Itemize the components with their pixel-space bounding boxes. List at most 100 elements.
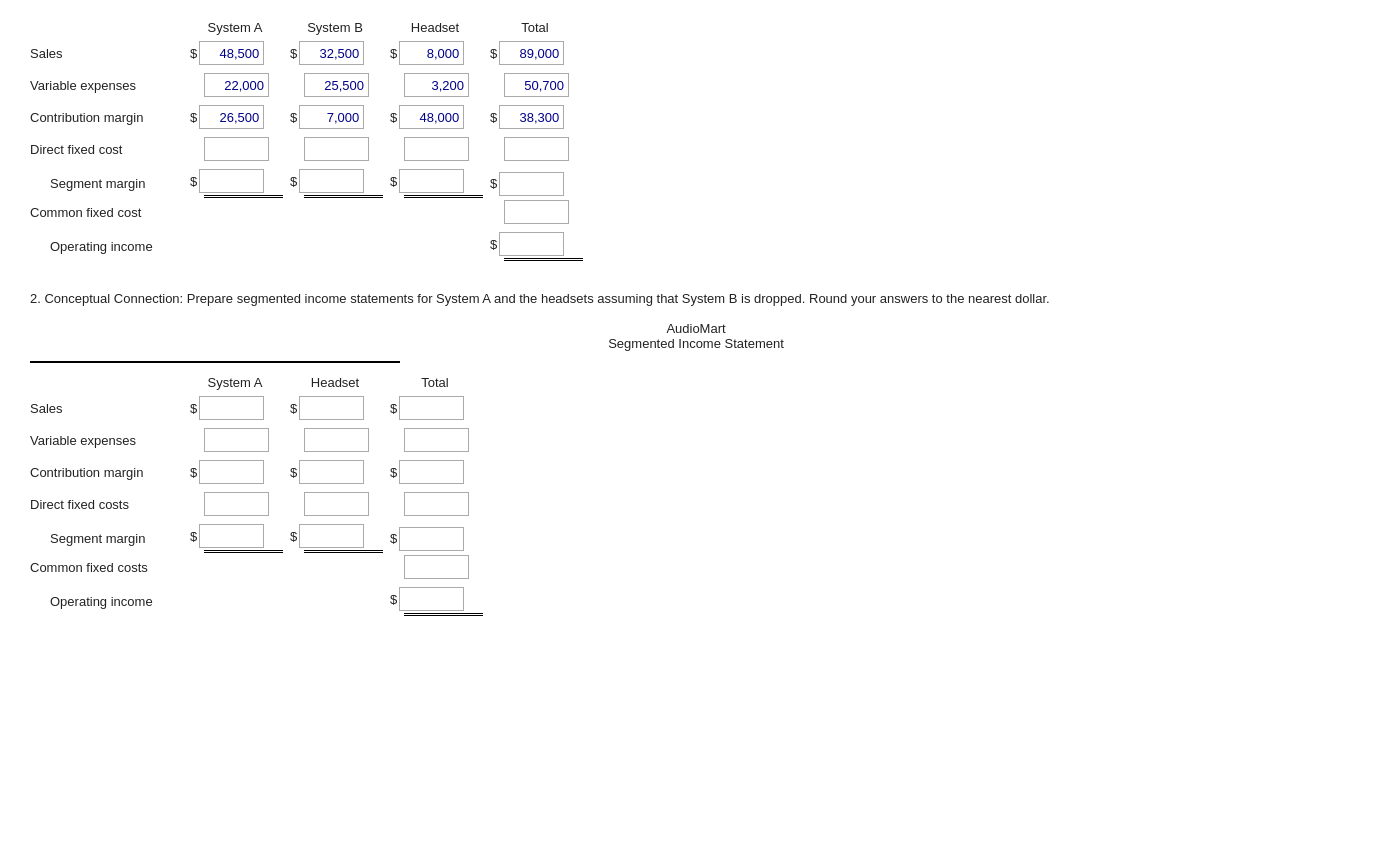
s2-oi-total-input[interactable] xyxy=(399,587,464,611)
s2-dfc-sys-a-input[interactable] xyxy=(204,492,269,516)
sales-system-b-input[interactable] xyxy=(299,41,364,65)
double-underline-sm-b xyxy=(304,195,383,198)
variable-expenses-label: Variable expenses xyxy=(30,78,190,93)
cfc-total-input[interactable] xyxy=(504,200,569,224)
s2-cfc-label: Common fixed costs xyxy=(30,560,190,575)
common-fixed-cost-row: Common fixed cost xyxy=(30,200,1362,224)
sm-headset-input[interactable] xyxy=(399,169,464,193)
s2-oi-row: Operating income $ xyxy=(30,587,1362,616)
sm-total-input[interactable] xyxy=(499,172,564,196)
s2-cfc-total-input[interactable] xyxy=(404,555,469,579)
audiomart-title: AudioMart xyxy=(30,321,1362,336)
s2-dfc-total-cell xyxy=(390,492,480,516)
s2-var-exp-label: Variable expenses xyxy=(30,433,190,448)
dollar-sign: $ xyxy=(290,46,297,61)
dollar-sign: $ xyxy=(390,531,397,546)
s2-sales-headset-cell: $ xyxy=(290,396,380,420)
col-header-system-a: System A xyxy=(190,20,280,35)
sales-label: Sales xyxy=(30,46,190,61)
sales-system-a-input[interactable] xyxy=(199,41,264,65)
dfc-system-a-cell xyxy=(190,137,280,161)
s2-dfc-total-input[interactable] xyxy=(404,492,469,516)
dollar-sign: $ xyxy=(490,237,497,252)
dollar-sign: $ xyxy=(290,401,297,416)
s2-sales-sys-a-input[interactable] xyxy=(199,396,264,420)
dollar-sign: $ xyxy=(490,46,497,61)
sm-system-a-input[interactable] xyxy=(199,169,264,193)
cm-system-a-cell: $ xyxy=(190,105,280,129)
sales-headset-cell: $ xyxy=(390,41,480,65)
sm-system-b-input[interactable] xyxy=(299,169,364,193)
s2-sm-total-input[interactable] xyxy=(399,527,464,551)
double-underline-s2-oi xyxy=(404,613,483,616)
s2-dfc-row: Direct fixed costs xyxy=(30,492,1362,516)
s2-sm-headset-input[interactable] xyxy=(299,524,364,548)
s2-sales-headset-input[interactable] xyxy=(299,396,364,420)
col-header-total: Total xyxy=(490,20,580,35)
double-underline-sm-a xyxy=(204,195,283,198)
problem2-section: 2. Conceptual Connection: Prepare segmen… xyxy=(30,291,1362,616)
s2-cm-total-input[interactable] xyxy=(399,460,464,484)
s2-sm-headset-cell: $ xyxy=(290,524,380,553)
dollar-sign: $ xyxy=(290,465,297,480)
double-underline-oi xyxy=(504,258,583,261)
s2-sales-total-input[interactable] xyxy=(399,396,464,420)
s2-var-total-input[interactable] xyxy=(404,428,469,452)
var-exp-system-b-input[interactable] xyxy=(304,73,369,97)
var-exp-system-a-input[interactable] xyxy=(204,73,269,97)
s2-sm-sys-a-input[interactable] xyxy=(199,524,264,548)
direct-fixed-cost-row: Direct fixed cost xyxy=(30,137,1362,161)
col-header-headset-s2: Headset xyxy=(290,375,380,390)
sales-total-cell: $ xyxy=(490,41,580,65)
cm-system-a-input[interactable] xyxy=(199,105,264,129)
problem2-instruction: 2. Conceptual Connection: Prepare segmen… xyxy=(30,291,1362,306)
sm-total-cell: $ xyxy=(490,172,580,196)
sales-headset-input[interactable] xyxy=(399,41,464,65)
dfc-system-b-input[interactable] xyxy=(304,137,369,161)
s2-var-sys-a-input[interactable] xyxy=(204,428,269,452)
s2-dfc-label: Direct fixed costs xyxy=(30,497,190,512)
s2-var-headset-input[interactable] xyxy=(304,428,369,452)
var-exp-headset-input[interactable] xyxy=(404,73,469,97)
section1-header-row: System A System B Headset Total xyxy=(30,20,1362,35)
cm-total-input[interactable] xyxy=(499,105,564,129)
contribution-margin-label: Contribution margin xyxy=(30,110,190,125)
var-exp-total-input[interactable] xyxy=(504,73,569,97)
dollar-sign: $ xyxy=(190,46,197,61)
s2-cm-sys-a-input[interactable] xyxy=(199,460,264,484)
col-header-headset: Headset xyxy=(390,20,480,35)
section2-header-row: System A Headset Total xyxy=(30,375,1362,390)
double-underline-s2-sm-a xyxy=(204,550,283,553)
dollar-sign: $ xyxy=(190,401,197,416)
s2-sales-total-cell: $ xyxy=(390,396,480,420)
var-exp-system-b-cell xyxy=(290,73,380,97)
double-underline-sm-headset xyxy=(404,195,483,198)
cm-system-b-cell: $ xyxy=(290,105,380,129)
dfc-total-input[interactable] xyxy=(504,137,569,161)
segment-margin-row: Segment margin $ $ $ $ xyxy=(30,169,1362,198)
dollar-sign: $ xyxy=(390,401,397,416)
segment-margin-label: Segment margin xyxy=(30,176,190,191)
s2-sales-sys-a-cell: $ xyxy=(190,396,280,420)
sm-headset-cell: $ xyxy=(390,169,480,198)
oi-total-input[interactable] xyxy=(499,232,564,256)
cm-system-b-input[interactable] xyxy=(299,105,364,129)
dfc-system-a-input[interactable] xyxy=(204,137,269,161)
double-underline-s2-sm-headset xyxy=(304,550,383,553)
s2-dfc-headset-input[interactable] xyxy=(304,492,369,516)
common-fixed-cost-label: Common fixed cost xyxy=(30,205,190,220)
segmented-income-statement-title: Segmented Income Statement xyxy=(30,336,1362,351)
sales-total-input[interactable] xyxy=(499,41,564,65)
cm-headset-cell: $ xyxy=(390,105,480,129)
var-exp-total-cell xyxy=(490,73,580,97)
s2-cm-headset-input[interactable] xyxy=(299,460,364,484)
dfc-headset-input[interactable] xyxy=(404,137,469,161)
dollar-sign: $ xyxy=(390,592,397,607)
operating-income-label: Operating income xyxy=(30,239,190,254)
dollar-sign: $ xyxy=(190,529,197,544)
direct-fixed-cost-label: Direct fixed cost xyxy=(30,142,190,157)
s2-dfc-headset-cell xyxy=(290,492,380,516)
s2-cm-row: Contribution margin $ $ $ xyxy=(30,460,1362,484)
cm-headset-input[interactable] xyxy=(399,105,464,129)
cfc-total-cell xyxy=(490,200,580,224)
